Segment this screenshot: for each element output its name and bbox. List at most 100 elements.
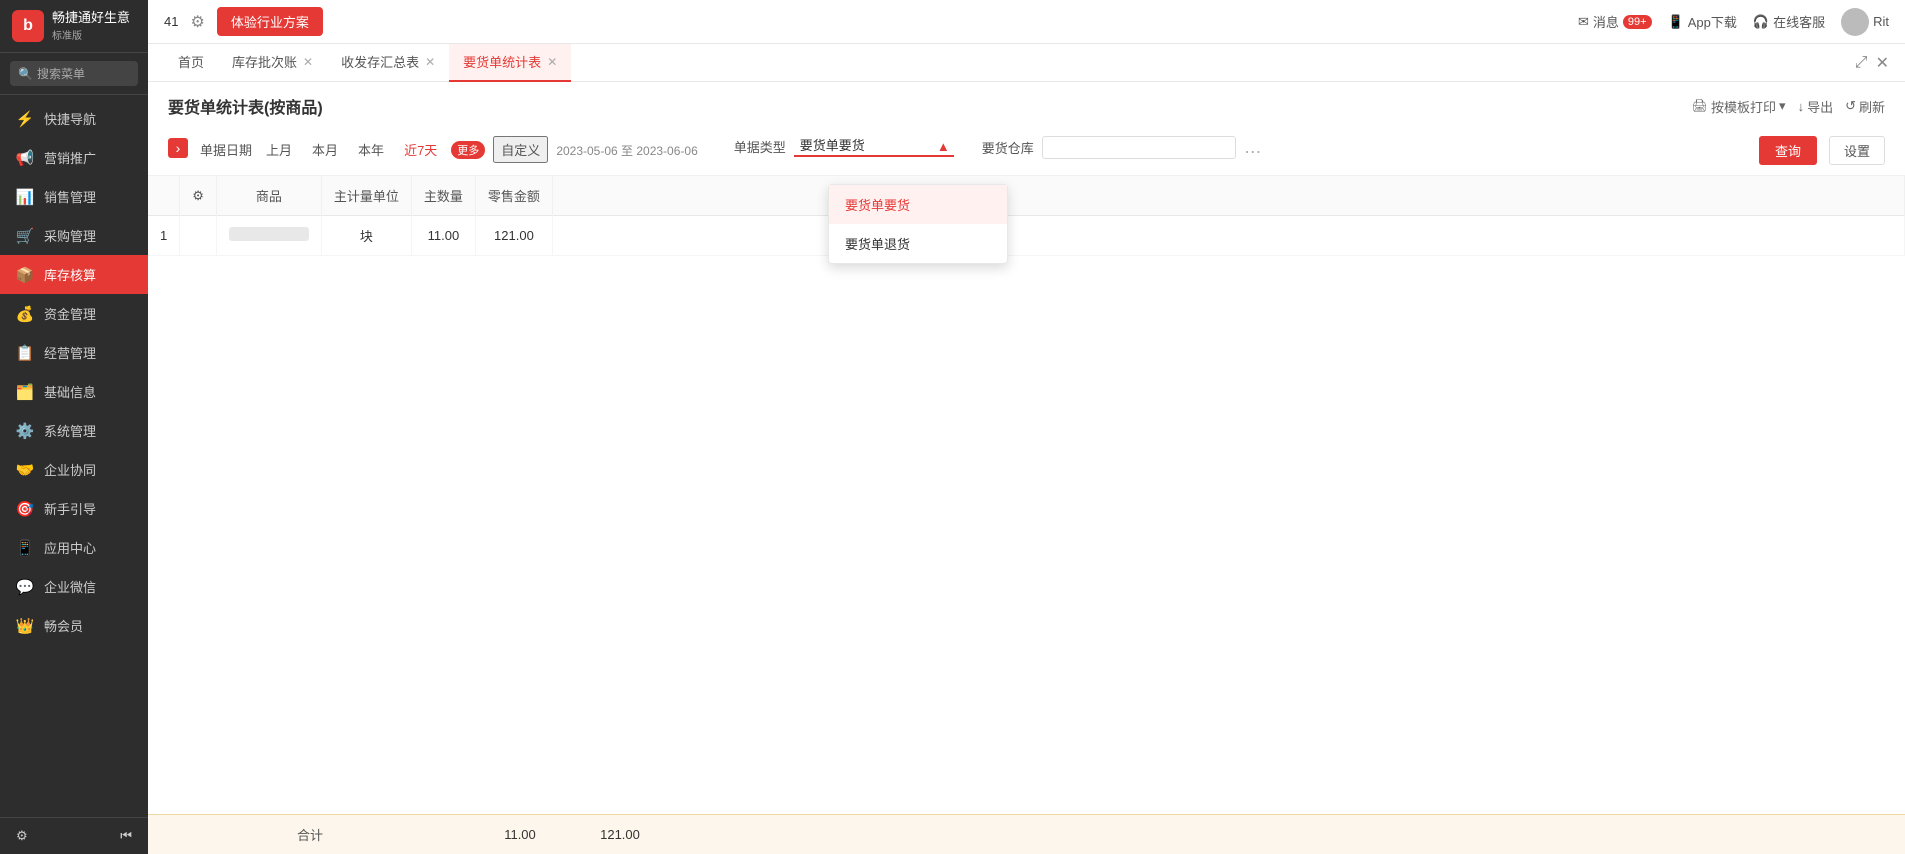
tabs-bar: 首页 库存批次账 ✕ 收发存汇总表 ✕ 要货单统计表 ✕ ⤢ ✕: [148, 44, 1905, 82]
sidebar-item-cooperation[interactable]: 🤝 企业协同: [0, 450, 148, 489]
apps-icon: 📱: [16, 539, 34, 557]
export-label: 导出: [1807, 97, 1833, 116]
date-range-text: 2023-05-06 至 2023-06-06: [556, 142, 697, 159]
col-header-quantity: 主数量: [411, 176, 475, 216]
sidebar-item-marketing[interactable]: 📢 营销推广: [0, 138, 148, 177]
date-btn-last-month[interactable]: 上月: [260, 138, 298, 161]
sidebar-item-apps[interactable]: 📱 应用中心: [0, 528, 148, 567]
table-row: 1 块 11.00 121.00: [148, 216, 1905, 256]
sidebar-search-box[interactable]: 🔍 搜索菜单: [10, 61, 138, 86]
tab-order-stats[interactable]: 要货单统计表 ✕: [449, 44, 571, 82]
app-download-item[interactable]: 📱 App下载: [1668, 12, 1737, 31]
date-more-badge[interactable]: 更多: [451, 141, 485, 159]
sidebar-item-inventory[interactable]: 📦 库存核算: [0, 255, 148, 294]
sales-icon: 📊: [16, 188, 34, 206]
table-settings-icon[interactable]: ⚙: [192, 188, 204, 203]
type-select-wrap[interactable]: 要货单要货 要货单退货 ▲: [794, 136, 954, 157]
type-dropdown: 要货单要货 要货单退货: [828, 184, 1008, 264]
type-select[interactable]: 要货单要货 要货单退货: [794, 136, 954, 157]
service-label: 在线客服: [1773, 12, 1825, 31]
settings-footer-icon[interactable]: ⚙: [16, 828, 28, 844]
sidebar-item-basic[interactable]: 🗂️ 基础信息: [0, 372, 148, 411]
tab-home-label: 首页: [178, 52, 204, 71]
sidebar-search-area[interactable]: 🔍 搜索菜单: [0, 53, 148, 95]
footer-amount: 121.00: [570, 827, 670, 842]
sidebar-item-label: 企业微信: [44, 577, 96, 596]
vip-icon: 👑: [16, 617, 34, 635]
topbar-gear-icon[interactable]: ⚙: [190, 12, 204, 32]
sidebar-item-sales[interactable]: 📊 销售管理: [0, 177, 148, 216]
refresh-action[interactable]: ↺ 刷新: [1845, 97, 1885, 116]
avatar: [1841, 8, 1869, 36]
tab-close-icon[interactable]: ✕: [425, 55, 435, 69]
page-header-actions: 🖨 按模板打印 ▾ ↓ 导出 ↺ 刷新: [1692, 97, 1886, 116]
sidebar-logo: b 畅捷通好生意 标准版: [0, 0, 148, 53]
sidebar-item-finance[interactable]: 💰 资金管理: [0, 294, 148, 333]
sidebar-item-operations[interactable]: 📋 经营管理: [0, 333, 148, 372]
data-table: ⚙ 商品 主计量单位 主数量 零售金额 1: [148, 176, 1905, 256]
refresh-label: 刷新: [1859, 97, 1885, 116]
export-action[interactable]: ↓ 导出: [1798, 97, 1834, 116]
service-icon: 🎧: [1753, 14, 1769, 30]
tabs-close-all-btn[interactable]: ✕: [1876, 53, 1889, 73]
dropdown-item-1[interactable]: 要货单退货: [829, 224, 1007, 263]
sidebar-item-label: 库存核算: [44, 265, 96, 284]
sidebar-item-quicknav[interactable]: ⚡ 快捷导航: [0, 99, 148, 138]
collapse-icon[interactable]: ⏮: [120, 828, 132, 844]
messages-icon: ✉: [1578, 14, 1589, 30]
tabs-expand-btn[interactable]: ⤢: [1855, 53, 1868, 73]
date-btn-this-month[interactable]: 本月: [306, 138, 344, 161]
warehouse-more-btn[interactable]: …: [1244, 137, 1262, 158]
sidebar-item-guide[interactable]: 🎯 新手引导: [0, 489, 148, 528]
date-btn-7days[interactable]: 近7天: [398, 138, 443, 161]
tab-collect-summary[interactable]: 收发存汇总表 ✕: [327, 44, 449, 82]
marketing-icon: 📢: [16, 149, 34, 167]
col-header-index: [148, 176, 180, 216]
sidebar-item-label: 应用中心: [44, 538, 96, 557]
cell-unit: 块: [321, 216, 411, 256]
date-btn-this-year[interactable]: 本年: [352, 138, 390, 161]
topbar-left: 41 ⚙ 体验行业方案: [164, 7, 323, 36]
settings-btn[interactable]: 设置: [1829, 136, 1885, 165]
print-action[interactable]: 🖨 按模板打印 ▾: [1692, 97, 1786, 116]
sidebar-item-system[interactable]: ⚙️ 系统管理: [0, 411, 148, 450]
tab-label: 收发存汇总表: [341, 52, 419, 71]
trial-btn[interactable]: 体验行业方案: [217, 7, 323, 36]
tabs-actions: ⤢ ✕: [1855, 53, 1889, 73]
sidebar-item-label: 系统管理: [44, 421, 96, 440]
page-header: 要货单统计表(按商品) 🖨 按模板打印 ▾ ↓ 导出 ↺ 刷新: [148, 82, 1905, 126]
date-custom-btn[interactable]: 自定义: [493, 136, 548, 163]
system-icon: ⚙️: [16, 422, 34, 440]
query-btn[interactable]: 查询: [1759, 136, 1817, 165]
tab-close-icon[interactable]: ✕: [547, 55, 557, 69]
col-header-extra: [552, 176, 1904, 216]
topbar-right: ✉ 消息 99+ 📱 App下载 🎧 在线客服 Rit: [1578, 8, 1889, 36]
cell-extra: [552, 216, 1904, 256]
guide-icon: 🎯: [16, 500, 34, 518]
sidebar-item-label: 基础信息: [44, 382, 96, 401]
cell-index: 1: [148, 216, 180, 256]
user-item[interactable]: Rit: [1841, 8, 1889, 36]
sidebar-search-label: 搜索菜单: [37, 65, 85, 82]
sidebar-nav: ⚡ 快捷导航 📢 营销推广 📊 销售管理 🛒 采购管理 📦 库存核算 💰 资金管…: [0, 95, 148, 817]
cell-product: [216, 216, 321, 256]
tab-inventory-batch[interactable]: 库存批次账 ✕: [218, 44, 327, 82]
messages-item[interactable]: ✉ 消息 99+: [1578, 12, 1652, 31]
dropdown-item-0[interactable]: 要货单要货: [829, 185, 1007, 224]
tab-close-icon[interactable]: ✕: [303, 55, 313, 69]
date-filter-label: 单据日期: [200, 140, 252, 159]
col-header-settings[interactable]: ⚙: [180, 176, 217, 216]
topbar: 41 ⚙ 体验行业方案 ✉ 消息 99+ 📱 App下载 🎧 在线客服 Rit: [148, 0, 1905, 44]
tab-home[interactable]: 首页: [164, 44, 218, 82]
filter-toggle-btn[interactable]: ›: [168, 138, 188, 158]
type-filter-label: 单据类型: [734, 137, 786, 156]
col-header-product: 商品: [216, 176, 321, 216]
messages-label: 消息: [1593, 12, 1619, 31]
sidebar-item-wechat[interactable]: 💬 企业微信: [0, 567, 148, 606]
warehouse-input[interactable]: [1042, 136, 1236, 159]
sidebar-item-purchase[interactable]: 🛒 采购管理: [0, 216, 148, 255]
print-label: 按模板打印: [1711, 97, 1776, 116]
online-service-item[interactable]: 🎧 在线客服: [1753, 12, 1825, 31]
messages-badge: 99+: [1623, 15, 1652, 29]
sidebar-item-vip[interactable]: 👑 畅会员: [0, 606, 148, 645]
